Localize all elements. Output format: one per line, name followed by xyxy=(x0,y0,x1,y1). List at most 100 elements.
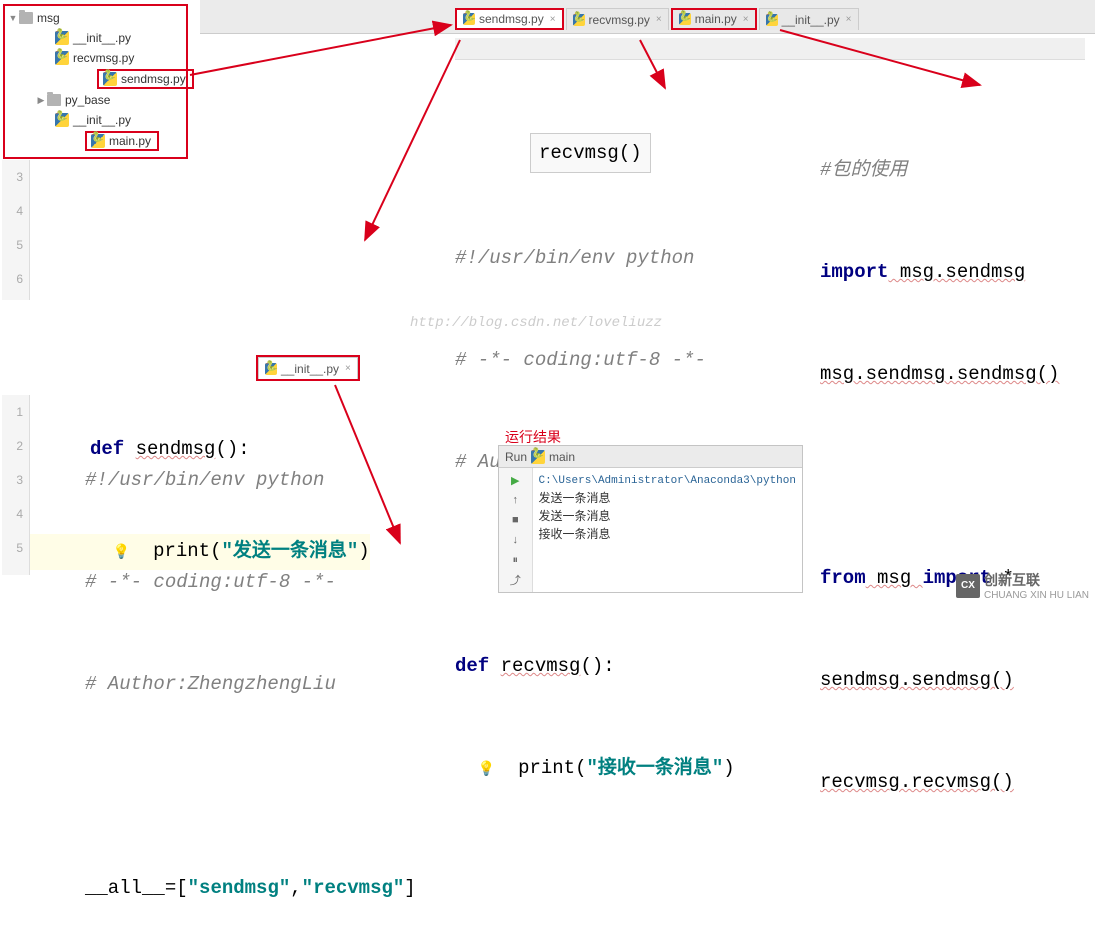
keyword-import: import xyxy=(820,261,888,283)
tab-sendmsg[interactable]: sendmsg.py × xyxy=(455,8,564,30)
close-icon[interactable]: × xyxy=(656,14,662,25)
export-icon[interactable]: ⤴ xyxy=(507,572,523,588)
paren: ) xyxy=(723,757,734,779)
collapse-icon[interactable]: ▼ xyxy=(7,13,19,23)
builtin-print: print xyxy=(518,757,575,779)
run-output[interactable]: C:\Users\Administrator\Anaconda3\python … xyxy=(533,468,802,592)
python-file-icon xyxy=(679,13,691,25)
run-result-label: 运行结果 xyxy=(505,427,561,447)
brand-en: CHUANG XIN HU LIAN xyxy=(984,590,1089,601)
dunder-all: __all__ xyxy=(85,877,165,899)
close-icon[interactable]: × xyxy=(345,363,351,374)
line-number: 4 xyxy=(2,194,23,228)
tree-file-recvmsg[interactable]: recvmsg.py xyxy=(7,48,184,68)
python-file-icon xyxy=(573,14,585,26)
close-icon[interactable]: × xyxy=(743,14,749,25)
comma: , xyxy=(290,877,301,899)
tab-main[interactable]: main.py × xyxy=(671,8,757,30)
comment-line: #!/usr/bin/env python xyxy=(455,247,694,269)
run-header: Run main xyxy=(499,446,802,468)
output-line: 发送一条消息 xyxy=(539,508,796,526)
comment-line: #!/usr/bin/env python xyxy=(85,469,324,491)
run-script-name: main xyxy=(549,450,575,464)
python-file-icon xyxy=(55,113,69,127)
call: recvmsg.recvmsg() xyxy=(820,771,1014,793)
keyword-def: def xyxy=(455,655,501,677)
output-line: 接收一条消息 xyxy=(539,526,796,544)
string-literal: "接收一条消息" xyxy=(586,757,723,779)
python-file-icon xyxy=(766,14,778,26)
tab-init-floating[interactable]: __init__.py × xyxy=(256,355,360,381)
paren: ( xyxy=(575,757,586,779)
folder-label: py_base xyxy=(65,93,110,107)
tree-file-init2[interactable]: __init__.py xyxy=(7,110,184,130)
pause-button[interactable]: ⏸ xyxy=(507,552,523,568)
module-ref: msg.sendmsg xyxy=(888,261,1025,283)
call: msg.sendmsg.sendmsg() xyxy=(820,363,1059,385)
stop-button[interactable]: ■ xyxy=(507,512,523,528)
python-file-icon xyxy=(103,72,117,86)
comment-line: # -*- coding:utf-8 -*- xyxy=(455,349,706,371)
eq: =[ xyxy=(165,877,188,899)
folder-icon xyxy=(47,94,61,106)
tree-file-init[interactable]: __init__.py xyxy=(7,28,184,48)
python-file-icon xyxy=(463,13,475,25)
completion-hint: recvmsg() xyxy=(530,133,651,173)
tab-recvmsg[interactable]: recvmsg.py × xyxy=(566,8,669,30)
close-icon[interactable]: × xyxy=(846,14,852,25)
comment-line: # Author:ZhengzhengLiu xyxy=(85,673,336,695)
file-label: __init__.py xyxy=(73,31,131,45)
folder-icon xyxy=(19,12,33,24)
run-tool-window: Run main ▶ ↑ ■ ↓ ⏸ ⤴ C:\Users\Administra… xyxy=(498,445,803,593)
line-number: 5 xyxy=(2,228,23,262)
run-path: C:\Users\Administrator\Anaconda3\python xyxy=(539,472,796,490)
tab-label: __init__.py xyxy=(281,362,339,376)
watermark-brand: CX 创新互联 CHUANG XIN HU LIAN xyxy=(956,570,1089,601)
tree-folder-msg[interactable]: ▼ msg xyxy=(7,8,184,28)
tree-file-sendmsg[interactable]: sendmsg.py xyxy=(97,69,194,89)
gutter-init: 1 2 3 4 5 xyxy=(2,395,30,575)
brand-logo-icon: CX xyxy=(956,574,980,598)
python-file-icon xyxy=(531,450,545,464)
project-tree[interactable]: ▼ msg __init__.py recvmsg.py sendmsg.py … xyxy=(3,4,188,159)
scroll-down-icon[interactable]: ↓ xyxy=(507,532,523,548)
breadcrumb-bar xyxy=(455,38,1085,60)
func-name: recvmsg xyxy=(501,655,581,677)
tree-file-main[interactable]: main.py xyxy=(85,131,159,151)
line-number: 1 xyxy=(2,395,23,429)
bulb-icon[interactable]: 💡 xyxy=(478,762,495,778)
tab-label: __init__.py xyxy=(782,13,840,27)
line-number: 5 xyxy=(2,531,23,565)
expand-icon[interactable]: ▶ xyxy=(35,95,47,106)
run-button[interactable]: ▶ xyxy=(507,472,523,488)
keyword-from: from xyxy=(820,567,866,589)
module-ref: msg xyxy=(866,567,923,589)
brand-cn: 创新互联 xyxy=(984,570,1089,590)
line-number: 6 xyxy=(2,262,23,296)
editor-recvmsg[interactable]: recvmsg() #!/usr/bin/env python # -*- co… xyxy=(455,65,735,821)
tab-label: sendmsg.py xyxy=(479,12,544,26)
line-number: 3 xyxy=(2,463,23,497)
run-controls: ▶ ↑ ■ ↓ ⏸ ⤴ xyxy=(499,468,533,592)
editor-main[interactable]: #包的使用 import msg.sendmsg msg.sendmsg.sen… xyxy=(820,85,1059,833)
tab-label: recvmsg.py xyxy=(589,13,650,27)
file-label: sendmsg.py xyxy=(121,72,186,86)
python-file-icon xyxy=(55,31,69,45)
line-number: 2 xyxy=(2,429,23,463)
tree-folder-pybase[interactable]: ▶ py_base xyxy=(7,90,184,110)
gutter-sendmsg: 3 4 5 6 xyxy=(2,160,30,300)
file-label: recvmsg.py xyxy=(73,51,134,65)
run-header-label: Run xyxy=(505,450,527,464)
call: sendmsg.sendmsg() xyxy=(820,669,1014,691)
close-icon[interactable]: × xyxy=(550,14,556,25)
comment-line: # -*- coding:utf-8 -*- xyxy=(85,571,336,593)
comment-line: #包的使用 xyxy=(820,159,907,181)
tab-init[interactable]: __init__.py × xyxy=(759,8,859,30)
scroll-up-icon[interactable]: ↑ xyxy=(507,492,523,508)
line-number: 3 xyxy=(2,160,23,194)
file-label: __init__.py xyxy=(73,113,131,127)
editor-init[interactable]: #!/usr/bin/env python # -*- coding:utf-8… xyxy=(30,395,416,939)
python-file-icon xyxy=(265,363,277,375)
output-line: 发送一条消息 xyxy=(539,490,796,508)
watermark-url: http://blog.csdn.net/loveliuzz xyxy=(410,315,662,331)
